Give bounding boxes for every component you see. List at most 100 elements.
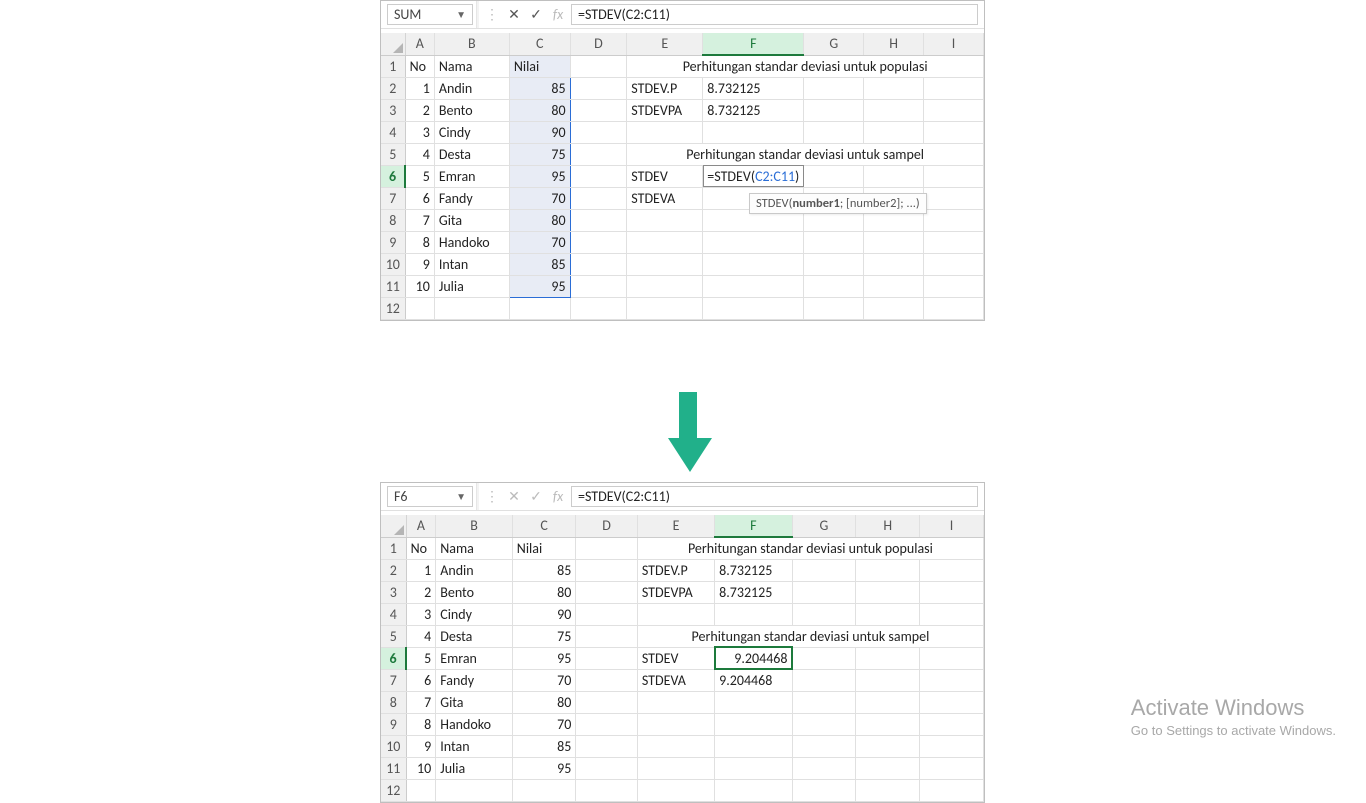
- cell-D2[interactable]: [570, 77, 627, 99]
- cell-F3[interactable]: 8.732125: [703, 99, 804, 121]
- cell-C4[interactable]: 90: [509, 121, 570, 143]
- cell-A11[interactable]: 10: [405, 275, 434, 297]
- cell-D11[interactable]: [570, 275, 627, 297]
- cell-F12[interactable]: [703, 297, 804, 319]
- row-header-4[interactable]: 4: [381, 121, 405, 143]
- cell-D12[interactable]: [570, 297, 627, 319]
- cell-B6[interactable]: Emran: [436, 647, 513, 669]
- cell-D3[interactable]: [570, 99, 627, 121]
- cell-F2[interactable]: 8.732125: [703, 77, 804, 99]
- cell-E12[interactable]: [637, 779, 714, 801]
- cell-E3[interactable]: STDEVPA: [627, 99, 703, 121]
- cell-F9[interactable]: [703, 231, 804, 253]
- spreadsheet-grid-top[interactable]: ABCDEFGHI1NoNamaNilaiPerhitungan standar…: [381, 33, 984, 320]
- cell-D7[interactable]: [576, 669, 638, 691]
- cell-A8[interactable]: 7: [406, 691, 436, 713]
- cell-I2[interactable]: [924, 77, 984, 99]
- cell-A3[interactable]: 2: [405, 99, 434, 121]
- cell-C2[interactable]: 85: [512, 559, 576, 581]
- cell-A12[interactable]: [406, 779, 436, 801]
- cell-D8[interactable]: [576, 691, 638, 713]
- cell-G11[interactable]: [804, 275, 864, 297]
- cell-C6[interactable]: 95: [509, 165, 570, 187]
- cell-G6[interactable]: [792, 647, 856, 669]
- cell-G9[interactable]: [792, 713, 856, 735]
- cell-B10[interactable]: Intan: [436, 735, 513, 757]
- cell-F12[interactable]: [715, 779, 792, 801]
- cell-G12[interactable]: [792, 779, 856, 801]
- cell-B10[interactable]: Intan: [434, 253, 509, 275]
- cell-G2[interactable]: [804, 77, 864, 99]
- cell-D5[interactable]: [576, 625, 638, 647]
- row-header-5[interactable]: 5: [381, 143, 405, 165]
- col-header-E[interactable]: E: [627, 33, 703, 55]
- cell-E3[interactable]: STDEVPA: [637, 581, 714, 603]
- cell-B3[interactable]: Bento: [434, 99, 509, 121]
- cell-B1[interactable]: Nama: [436, 537, 513, 559]
- row-header-10[interactable]: 10: [381, 735, 406, 757]
- cell-C7[interactable]: 70: [509, 187, 570, 209]
- row-header-8[interactable]: 8: [381, 691, 406, 713]
- cell-D9[interactable]: [570, 231, 627, 253]
- cell-E10[interactable]: [627, 253, 703, 275]
- cell-E11[interactable]: [627, 275, 703, 297]
- cell-A4[interactable]: 3: [406, 603, 436, 625]
- col-header-G[interactable]: G: [804, 33, 864, 55]
- cell-E4[interactable]: [637, 603, 714, 625]
- row-header-10[interactable]: 10: [381, 253, 405, 275]
- cell-B2[interactable]: Andin: [436, 559, 513, 581]
- cell-H3[interactable]: [856, 581, 920, 603]
- cell-C7[interactable]: 70: [512, 669, 576, 691]
- cell-C3[interactable]: 80: [509, 99, 570, 121]
- cell-B9[interactable]: Handoko: [436, 713, 513, 735]
- cell-D2[interactable]: [576, 559, 638, 581]
- row-header-3[interactable]: 3: [381, 99, 405, 121]
- cell-D4[interactable]: [570, 121, 627, 143]
- cell-A1[interactable]: No: [405, 55, 434, 77]
- cell-I8[interactable]: [920, 691, 984, 713]
- cell-H9[interactable]: [864, 231, 924, 253]
- cell-H4[interactable]: [856, 603, 920, 625]
- cell-H12[interactable]: [864, 297, 924, 319]
- cell-G10[interactable]: [804, 253, 864, 275]
- cell-C2[interactable]: 85: [509, 77, 570, 99]
- cell-E10[interactable]: [637, 735, 714, 757]
- cell-A12[interactable]: [405, 297, 434, 319]
- cell-I11[interactable]: [920, 757, 984, 779]
- cell-E9[interactable]: [627, 231, 703, 253]
- cell-H2[interactable]: [864, 77, 924, 99]
- cell-B11[interactable]: Julia: [434, 275, 509, 297]
- cell-A5[interactable]: 4: [406, 625, 436, 647]
- cell-D10[interactable]: [576, 735, 638, 757]
- cell-E7[interactable]: STDEVA: [637, 669, 714, 691]
- row-header-9[interactable]: 9: [381, 713, 406, 735]
- cell-I2[interactable]: [920, 559, 984, 581]
- cell-E7[interactable]: STDEVA: [627, 187, 703, 209]
- spreadsheet-grid-bottom[interactable]: ABCDEFGHI1NoNamaNilaiPerhitungan standar…: [381, 515, 984, 802]
- cell-A7[interactable]: 6: [405, 187, 434, 209]
- cell-E11[interactable]: [637, 757, 714, 779]
- cell-F4[interactable]: [715, 603, 792, 625]
- cell-E9[interactable]: [637, 713, 714, 735]
- cell-B4[interactable]: Cindy: [436, 603, 513, 625]
- cell-C9[interactable]: 70: [512, 713, 576, 735]
- cell-C11[interactable]: 95: [512, 757, 576, 779]
- row-header-2[interactable]: 2: [381, 77, 405, 99]
- fx-icon[interactable]: fx: [547, 2, 569, 28]
- col-header-E[interactable]: E: [637, 515, 714, 537]
- name-box[interactable]: SUM ▼: [387, 4, 473, 25]
- cell-A6[interactable]: 5: [406, 647, 436, 669]
- col-header-G[interactable]: G: [792, 515, 856, 537]
- cell-G6[interactable]: [804, 165, 864, 187]
- active-result-cell[interactable]: 9.204468: [715, 647, 792, 669]
- cell-C1[interactable]: Nilai: [509, 55, 570, 77]
- cell-H9[interactable]: [856, 713, 920, 735]
- cell-F9[interactable]: [715, 713, 792, 735]
- cell-D5[interactable]: [570, 143, 627, 165]
- cell-C12[interactable]: [512, 779, 576, 801]
- cell-H4[interactable]: [864, 121, 924, 143]
- cell-H10[interactable]: [856, 735, 920, 757]
- cell-H11[interactable]: [864, 275, 924, 297]
- cell-B11[interactable]: Julia: [436, 757, 513, 779]
- cell-C4[interactable]: 90: [512, 603, 576, 625]
